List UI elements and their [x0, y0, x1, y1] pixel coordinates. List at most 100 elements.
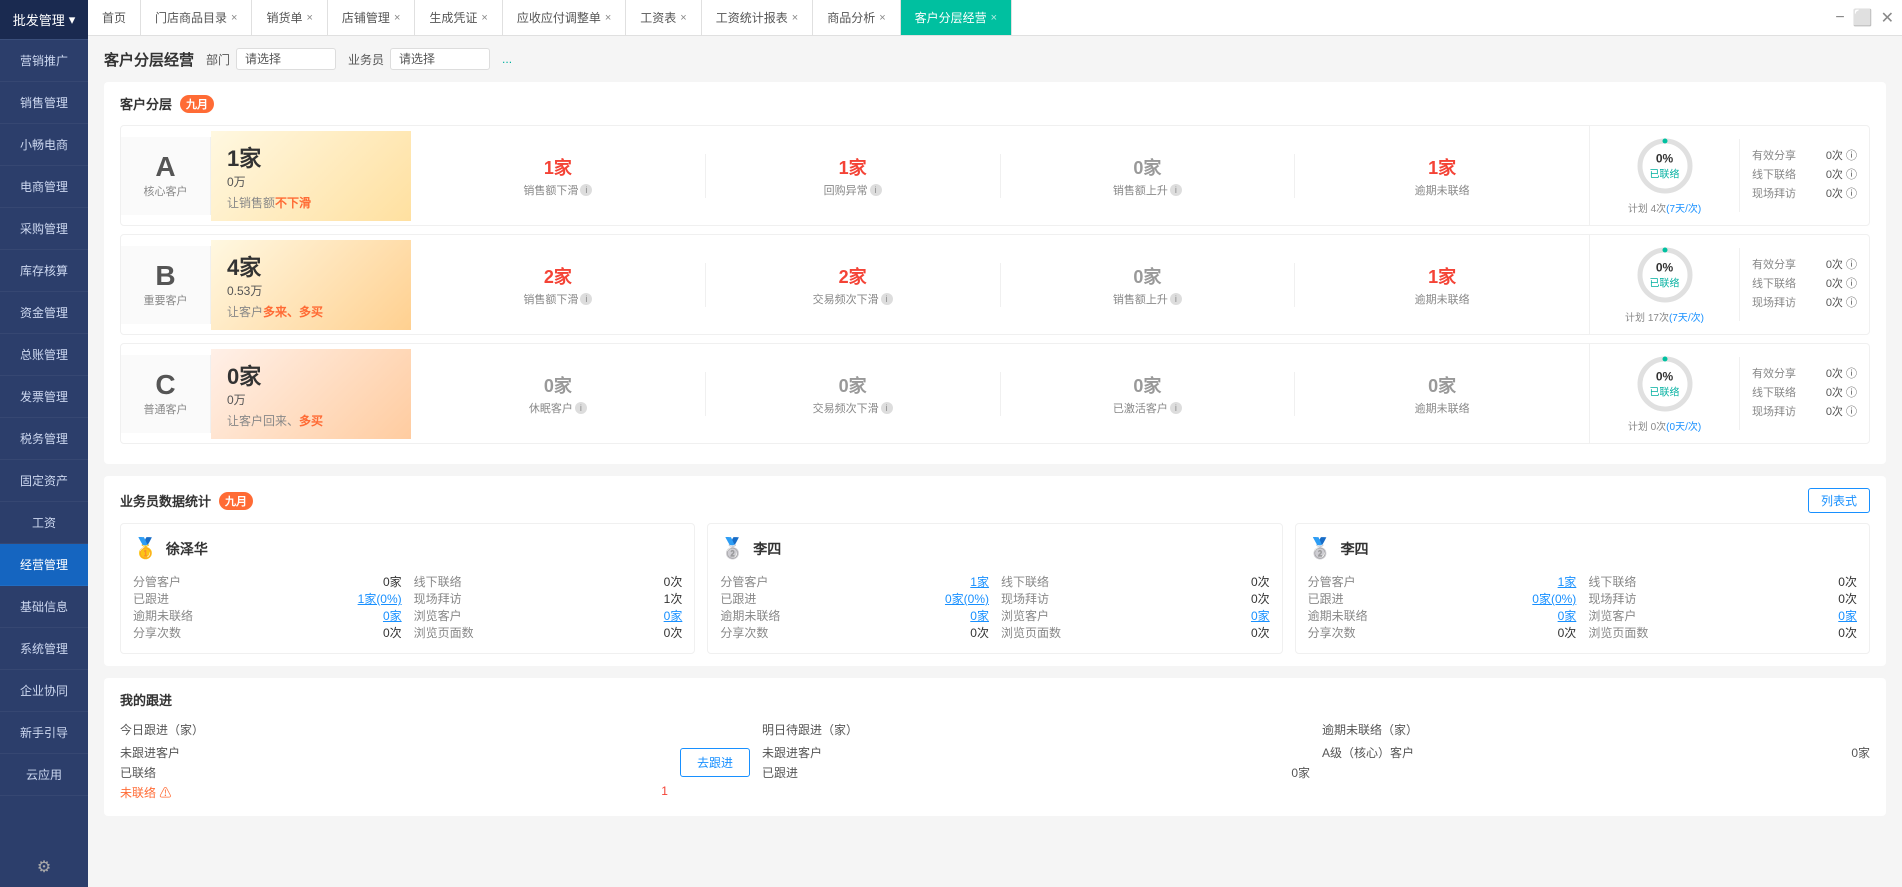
info-icon[interactable]: i	[1170, 402, 1182, 414]
tab-close-icon-4[interactable]: ×	[481, 12, 487, 24]
staff-metric: 现场拜访 1次	[414, 590, 683, 607]
tab-8[interactable]: 商品分析×	[813, 0, 900, 36]
info-icon[interactable]: i	[881, 402, 893, 414]
tier-circle-2: 0% 已联络 计划 0次(0天/次)	[1589, 344, 1739, 443]
info-icon[interactable]: i	[881, 293, 893, 305]
sidebar-item-16[interactable]: 新手引导	[0, 712, 88, 754]
follow-section-title: 我的跟进	[120, 690, 1870, 709]
dept-filter-group: 部门 请选择	[206, 48, 336, 70]
tier-right-stats-1: 有效分享0次 ⓘ线下联络0次 ⓘ现场拜访0次 ⓘ	[1739, 248, 1869, 321]
follow-btn-container: 去跟进	[680, 721, 750, 804]
more-filters-btn[interactable]: ...	[502, 52, 512, 66]
staff-medal-1: 🥈	[720, 536, 745, 561]
tab-2[interactable]: 销货单×	[252, 0, 327, 36]
tab-bar: 首页门店商品目录×销货单×店铺管理×生成凭证×应收应付调整单×工资表×工资统计报…	[88, 0, 1902, 36]
chevron-down-icon: ▾	[69, 12, 76, 28]
sidebar-item-4[interactable]: 采购管理	[0, 208, 88, 250]
tab-actions: − ⬜ ✕	[1835, 8, 1902, 28]
sidebar-item-8[interactable]: 发票管理	[0, 376, 88, 418]
tab-5[interactable]: 应收应付调整单×	[503, 0, 626, 36]
dept-select[interactable]: 请选择	[236, 48, 336, 70]
tomorrow-followed-value: 0家	[1291, 764, 1310, 781]
sidebar-item-15[interactable]: 企业协同	[0, 670, 88, 712]
tomorrow-follow-col: 明日待跟进（家） 未跟进客户 已跟进 0家	[762, 721, 1310, 784]
tier-right-stats-2: 有效分享0次 ⓘ线下联络0次 ⓘ现场拜访0次 ⓘ	[1739, 357, 1869, 430]
staff-metric: 线下联络 0次	[1001, 573, 1270, 590]
sidebar-bottom[interactable]: ⚙	[0, 847, 88, 887]
tab-3[interactable]: 店铺管理×	[328, 0, 415, 36]
tier-row-a: A核心客户1家0万让销售额不下滑1家销售额下滑i1家回购异常i0家销售额上升i1…	[120, 125, 1870, 226]
tab-close-icon-2[interactable]: ×	[306, 12, 312, 24]
staff-select[interactable]: 请选择	[390, 48, 490, 70]
list-view-button[interactable]: 列表式	[1808, 488, 1870, 513]
staff-card-1: 🥈 李四 分管客户 1家 已跟进 0家(0%) 逾期未联络 0家 分享次数 0次…	[707, 523, 1282, 654]
tab-7[interactable]: 工资统计报表×	[702, 0, 813, 36]
maximize-icon[interactable]: ⬜	[1853, 8, 1873, 28]
staff-metric: 浏览页面数 0次	[414, 624, 683, 641]
sidebar-item-11[interactable]: 工资	[0, 502, 88, 544]
info-icon[interactable]: i	[575, 402, 587, 414]
sidebar-item-2[interactable]: 小畅电商	[0, 124, 88, 166]
staff-metric: 逾期未联络 0家	[720, 607, 989, 624]
info-icon[interactable]: i	[580, 184, 592, 196]
tier-main-1: 4家0.53万让客户多来、多买	[211, 240, 411, 330]
info-icon[interactable]: i	[1170, 184, 1182, 196]
tab-4[interactable]: 生成凭证×	[415, 0, 502, 36]
tab-close-icon-8[interactable]: ×	[879, 12, 885, 24]
minimize-icon[interactable]: −	[1835, 9, 1844, 27]
sidebar-item-10[interactable]: 固定资产	[0, 460, 88, 502]
a-tier-value: 0家	[1851, 744, 1870, 761]
metric-1-1: 2家交易频次下滑i	[706, 263, 1001, 307]
close-window-icon[interactable]: ✕	[1881, 8, 1894, 28]
tomorrow-unfollow-label: 未跟进客户	[762, 744, 822, 761]
tier-label-0: A核心客户	[121, 137, 211, 215]
tab-1[interactable]: 门店商品目录×	[141, 0, 252, 36]
unfollow-label: 未跟进客户	[120, 744, 180, 761]
metric-2-0: 0家休眠客户i	[411, 372, 706, 416]
staff-month-badge: 九月	[219, 492, 253, 510]
tab-close-icon-7[interactable]: ×	[792, 12, 798, 24]
content-area: 客户分层经营 部门 请选择 业务员 请选择 ... 客户分层 九月 A核心客户1…	[88, 36, 1902, 887]
info-icon[interactable]: i	[1170, 293, 1182, 305]
sidebar-item-3[interactable]: 电商管理	[0, 166, 88, 208]
sidebar-item-14[interactable]: 系统管理	[0, 628, 88, 670]
sidebar-item-5[interactable]: 库存核算	[0, 250, 88, 292]
sidebar-item-1[interactable]: 销售管理	[0, 82, 88, 124]
tab-0[interactable]: 首页	[88, 0, 141, 36]
tier-metrics-1: 2家销售额下滑i2家交易频次下滑i0家销售额上升i1家逾期未联络	[411, 253, 1589, 317]
staff-metric: 浏览页面数 0次	[1001, 624, 1270, 641]
tab-close-icon-1[interactable]: ×	[231, 12, 237, 24]
sidebar-item-6[interactable]: 资金管理	[0, 292, 88, 334]
sidebar-item-7[interactable]: 总账管理	[0, 334, 88, 376]
tab-close-icon-9[interactable]: ×	[991, 12, 997, 24]
tier-label-1: B重要客户	[121, 246, 211, 324]
sidebar-item-17[interactable]: 云应用	[0, 754, 88, 796]
staff-metric: 分管客户 1家	[1308, 573, 1577, 590]
tier-circle-0: 0% 已联络 计划 4次(7天/次)	[1589, 126, 1739, 225]
staff-header-0: 🥇 徐泽华	[133, 536, 682, 561]
tab-close-icon-5[interactable]: ×	[605, 12, 611, 24]
tab-close-icon-6[interactable]: ×	[680, 12, 686, 24]
sidebar-item-9[interactable]: 税务管理	[0, 418, 88, 460]
metric-2-1: 0家交易频次下滑i	[706, 372, 1001, 416]
metric-1-2: 0家销售额上升i	[1001, 263, 1296, 307]
info-icon[interactable]: i	[870, 184, 882, 196]
gear-icon[interactable]: ⚙	[37, 859, 51, 876]
info-icon[interactable]: i	[580, 293, 592, 305]
staff-metric: 浏览页面数 0次	[1588, 624, 1857, 641]
metric-0-2: 0家销售额上升i	[1001, 154, 1296, 198]
tab-6[interactable]: 工资表×	[626, 0, 701, 36]
sidebar-item-12[interactable]: 经营管理	[0, 544, 88, 586]
main-area: 首页门店商品目录×销货单×店铺管理×生成凭证×应收应付调整单×工资表×工资统计报…	[88, 0, 1902, 887]
staff-name-1: 李四	[753, 539, 781, 559]
sidebar-item-13[interactable]: 基础信息	[0, 586, 88, 628]
staff-section: 业务员数据统计 九月 列表式 🥇 徐泽华 分管客户 0家 已跟进 1家(0%) …	[104, 476, 1886, 666]
tab-close-icon-3[interactable]: ×	[394, 12, 400, 24]
sidebar-top-logo[interactable]: 批发管理 ▾	[0, 0, 88, 40]
go-follow-button[interactable]: 去跟进	[680, 748, 750, 777]
tab-9[interactable]: 客户分层经营×	[901, 0, 1012, 36]
staff-header-1: 🥈 李四	[720, 536, 1269, 561]
sidebar-item-0[interactable]: 营销推广	[0, 40, 88, 82]
staff-name-2: 李四	[1341, 539, 1369, 559]
today-follow-title: 今日跟进（家）	[120, 721, 668, 738]
